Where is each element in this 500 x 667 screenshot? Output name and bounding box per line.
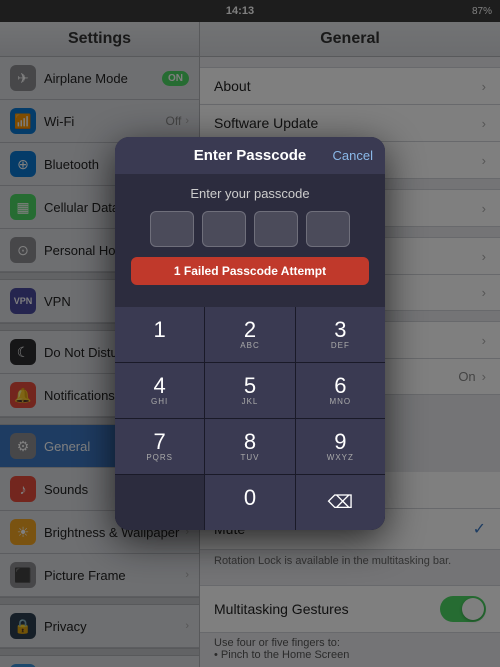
passcode-title: Enter Passcode [194, 147, 307, 164]
key-8-number: 8 [244, 431, 256, 453]
key-9-number: 9 [334, 431, 346, 453]
key-0-letters [248, 509, 251, 518]
passcode-prompt: Enter your passcode [131, 186, 369, 201]
key-7[interactable]: 7 PQRS [115, 419, 204, 474]
keypad: 1 2 ABC 3 DEF 4 GHI 5 JKL 6 MNO [115, 307, 385, 530]
key-delete[interactable]: ⌫ [296, 475, 385, 530]
passcode-dot-1 [150, 211, 194, 247]
key-3-number: 3 [334, 319, 346, 341]
key-5-letters: JKL [242, 397, 259, 406]
key-2-number: 2 [244, 319, 256, 341]
key-0[interactable]: 0 [205, 475, 294, 530]
delete-icon: ⌫ [328, 492, 353, 513]
passcode-dot-4 [306, 211, 350, 247]
key-8-letters: TUV [240, 453, 259, 462]
passcode-error: 1 Failed Passcode Attempt [131, 257, 369, 285]
key-8[interactable]: 8 TUV [205, 419, 294, 474]
passcode-dot-2 [202, 211, 246, 247]
passcode-dots [131, 211, 369, 247]
key-2-letters: ABC [240, 341, 259, 350]
key-9[interactable]: 9 WXYZ [296, 419, 385, 474]
passcode-cancel-button[interactable]: Cancel [333, 148, 373, 163]
key-6-letters: MNO [329, 397, 351, 406]
key-0-number: 0 [244, 487, 256, 509]
passcode-overlay: Enter Passcode Cancel Enter your passcod… [0, 0, 500, 667]
key-4-number: 4 [154, 375, 166, 397]
key-5-number: 5 [244, 375, 256, 397]
key-5[interactable]: 5 JKL [205, 363, 294, 418]
key-7-number: 7 [154, 431, 166, 453]
passcode-modal: Enter Passcode Cancel Enter your passcod… [115, 137, 385, 530]
key-1-number: 1 [154, 319, 166, 341]
key-7-letters: PQRS [146, 453, 173, 462]
key-9-letters: WXYZ [327, 453, 354, 462]
key-3[interactable]: 3 DEF [296, 307, 385, 362]
key-empty [115, 475, 204, 530]
passcode-error-text: 1 Failed Passcode Attempt [174, 264, 326, 278]
key-3-letters: DEF [331, 341, 350, 350]
passcode-header: Enter Passcode Cancel [115, 137, 385, 174]
key-1[interactable]: 1 [115, 307, 204, 362]
key-1-letters [158, 341, 161, 350]
key-2[interactable]: 2 ABC [205, 307, 294, 362]
key-4-letters: GHI [151, 397, 168, 406]
key-4[interactable]: 4 GHI [115, 363, 204, 418]
key-6[interactable]: 6 MNO [296, 363, 385, 418]
key-6-number: 6 [334, 375, 346, 397]
passcode-body: Enter your passcode 1 Failed Passcode At… [115, 174, 385, 307]
passcode-dot-3 [254, 211, 298, 247]
